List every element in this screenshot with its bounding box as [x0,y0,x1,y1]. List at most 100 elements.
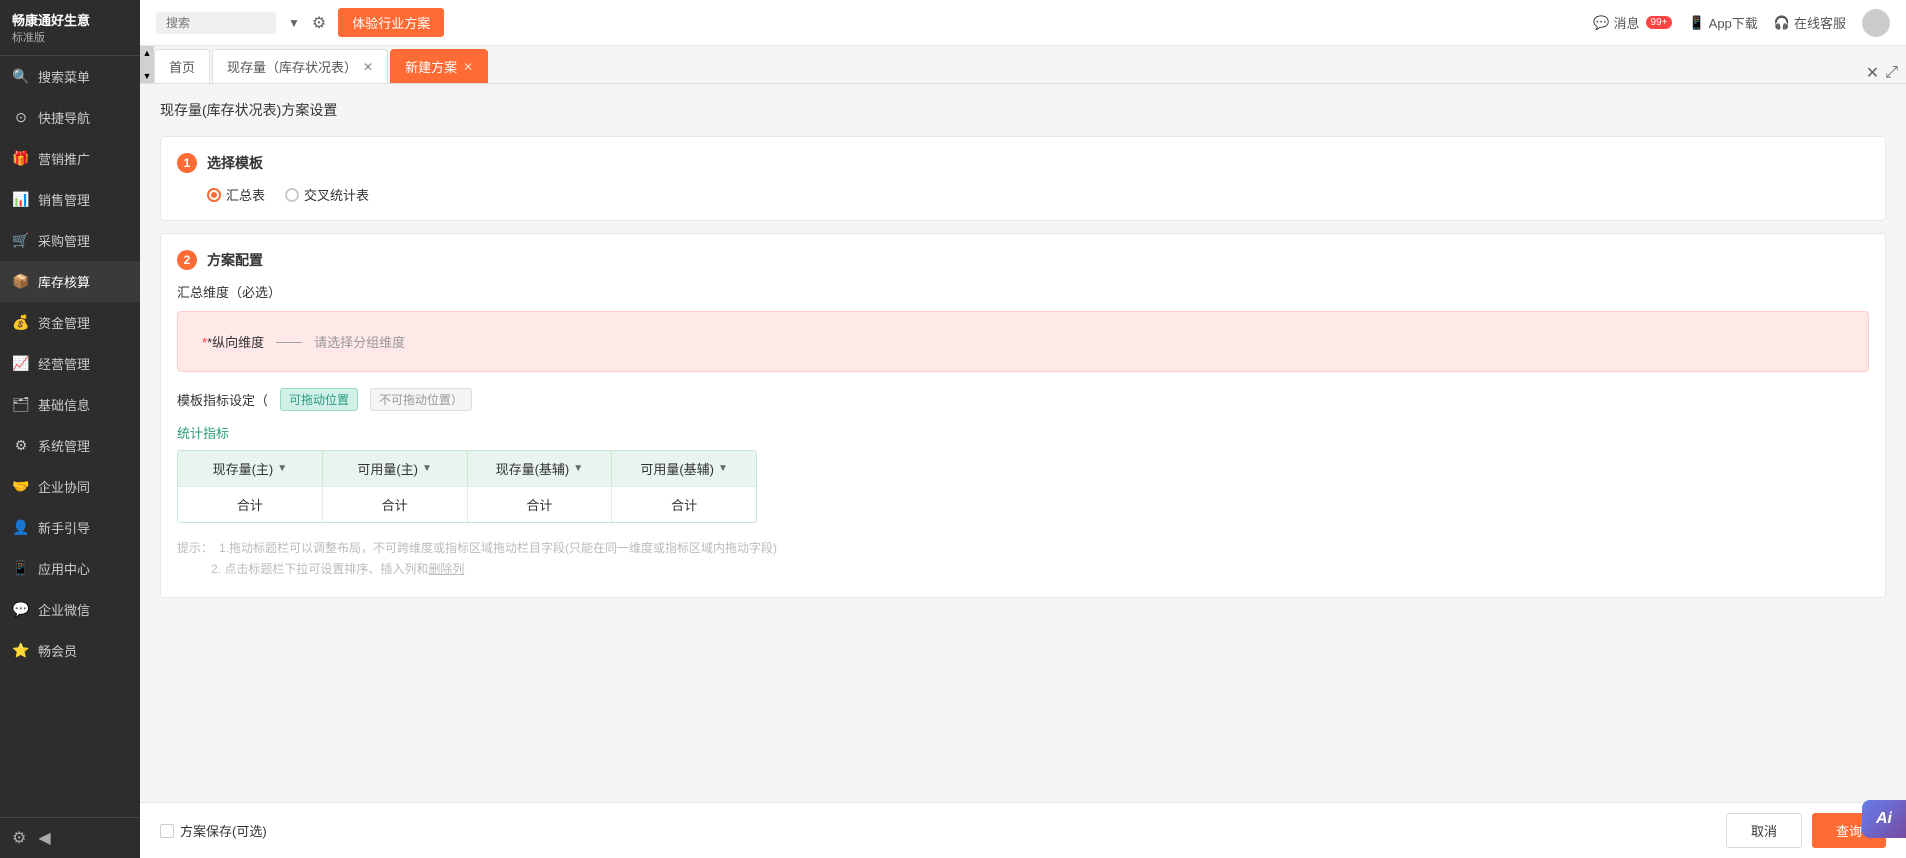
sidebar-item-member[interactable]: ⭐ 畅会员 [0,630,140,671]
dimension-placeholder: 请选择分组维度 [314,332,405,351]
save-scheme-checkbox[interactable]: 方案保存(可选) [160,821,267,840]
tabs-bar: ▲ ▼ 首页 现存量（库存状况表） ✕ 新建方案 ✕ ✕ ⤢ [140,46,1906,84]
sidebar-item-label: 企业协同 [38,477,90,496]
tab-expand-icon[interactable]: ⤢ [1885,64,1898,82]
sidebar-item-label: 采购管理 [38,231,90,250]
sidebar-item-label: 新手引导 [38,518,90,537]
sidebar-item-sales[interactable]: 📊 销售管理 [0,179,140,220]
tab-close-icon[interactable]: ✕ [1866,63,1879,83]
tab-inventory-close[interactable]: ✕ [363,60,373,74]
app-download-item[interactable]: 📱 App下载 [1688,13,1757,32]
search-icon: 🔍 [12,68,30,86]
tab-home-label: 首页 [169,57,195,76]
dimension-area[interactable]: **纵向维度 —— 请选择分组维度 [177,311,1869,372]
download-icon: 📱 [1688,15,1704,31]
tab-scroll-down[interactable]: ▼ [140,69,154,83]
messages-label: 消息 [1613,13,1639,32]
topbar-right: 💬 消息 99+ 📱 App下载 🎧 在线客服 [1593,9,1890,37]
message-icon: 💬 [1593,15,1609,31]
sidebar-item-finance[interactable]: 💰 资金管理 [0,302,140,343]
sidebar-item-marketing[interactable]: 🎁 营销推广 [0,138,140,179]
app-name: 畅康通好生意 [12,10,128,29]
sidebar-logo: 畅康通好生意 标准版 [0,0,140,56]
marketing-icon: 🎁 [12,150,30,168]
sidebar-item-label: 搜索菜单 [38,67,90,86]
sidebar-item-base[interactable]: 🗂 基础信息 [0,384,140,425]
stats-col-header-1[interactable]: 现存量(主) ▼ [178,451,323,486]
sidebar-item-search[interactable]: 🔍 搜索菜单 [0,56,140,97]
page-title: 现存量(库存状况表)方案设置 [160,100,1886,120]
tip2: 2. 点击标题栏下拉可设置排序、插入列和删除列 [211,560,1869,577]
sidebar-item-purchase[interactable]: 🛒 采购管理 [0,220,140,261]
sidebar-item-appcenter[interactable]: 📱 应用中心 [0,548,140,589]
sidebar-item-label: 库存核算 [38,272,90,291]
sales-icon: 📊 [12,191,30,209]
cross-table-radio[interactable]: 交叉统计表 [285,185,369,204]
tab-inventory[interactable]: 现存量（库存状况表） ✕ [212,49,388,83]
tabs-right-controls: ✕ ⤢ [1866,63,1906,83]
collapse-footer-icon[interactable]: ◀ [38,828,50,848]
customer-service-label: 在线客服 [1794,13,1846,32]
stats-col-3-label: 现存量(基辅) [496,459,570,478]
stats-col-1-label: 现存量(主) [213,459,274,478]
tab-scroll-up[interactable]: ▲ [140,46,154,60]
settings-footer-icon[interactable]: ⚙ [12,828,26,848]
topbar-search-input[interactable] [156,12,276,34]
tab-home[interactable]: 首页 [154,49,210,83]
summary-radio-btn[interactable] [207,188,221,202]
stats-col-header-3[interactable]: 现存量(基辅) ▼ [468,451,613,486]
sidebar-item-label: 应用中心 [38,559,90,578]
topbar-gear-icon[interactable]: ⚙ [312,13,326,33]
sidebar-item-label: 系统管理 [38,436,90,455]
ai-badge[interactable]: Ai [1862,800,1906,838]
cross-table-label: 交叉统计表 [304,185,369,204]
col4-chevron-icon: ▼ [718,463,728,474]
member-icon: ⭐ [12,642,30,660]
stats-table-header: 现存量(主) ▼ 可用量(主) ▼ 现存量(基辅) ▼ [178,451,756,486]
messages-item[interactable]: 💬 消息 99+ [1593,13,1672,32]
tab-inventory-label: 现存量（库存状况表） [227,57,357,76]
sidebar-item-label: 企业微信 [38,600,90,619]
summary-table-radio[interactable]: 汇总表 [207,185,265,204]
tab-new-scheme-close[interactable]: ✕ [463,60,473,74]
topbar-dropdown-icon[interactable]: ▼ [288,16,300,30]
sidebar-item-enterprise[interactable]: 🤝 企业协同 [0,466,140,507]
step1-section: 1 选择模板 汇总表 交叉统计表 [160,136,1886,221]
stats-cell-1-2: 合计 [323,487,468,522]
cross-radio-btn[interactable] [285,188,299,202]
sidebar-item-operations[interactable]: 📈 经营管理 [0,343,140,384]
tab-new-scheme[interactable]: 新建方案 ✕ [390,49,488,83]
sidebar-item-label: 畅会员 [38,641,77,660]
dimension-row: **纵向维度 —— 请选择分组维度 [202,332,1844,351]
sidebar-item-quicknav[interactable]: ⊙ 快捷导航 [0,97,140,138]
stats-col-header-4[interactable]: 可用量(基辅) ▼ [612,451,756,486]
step2-badge: 2 [177,250,197,270]
cancel-button[interactable]: 取消 [1726,813,1802,848]
tips: 提示： 1.拖动标题栏可以调整布局，不可跨维度或指标区域拖动栏目字段(只能在同一… [177,539,1869,577]
customer-service-item[interactable]: 🎧 在线客服 [1774,13,1846,32]
col1-chevron-icon: ▼ [277,463,287,474]
save-checkbox-box[interactable] [160,824,174,838]
stats-cell-1-3: 合计 [468,487,613,522]
col3-chevron-icon: ▼ [573,463,583,474]
footer-bar: 方案保存(可选) 取消 查询 [140,802,1906,858]
enterprise-icon: 🤝 [12,478,30,496]
stats-col-4-label: 可用量(基辅) [640,459,714,478]
operations-icon: 📈 [12,355,30,373]
template-options: 汇总表 交叉统计表 [207,185,1869,204]
trial-button[interactable]: 体验行业方案 [338,8,444,37]
sidebar-item-label: 快捷导航 [38,108,90,127]
dimension-divider: —— [276,334,302,349]
inventory-icon: 📦 [12,273,30,291]
sidebar-item-wechat[interactable]: 💬 企业微信 [0,589,140,630]
sidebar-item-inventory[interactable]: 📦 库存核算 [0,261,140,302]
step1-header: 1 选择模板 [177,153,1869,173]
avatar[interactable] [1862,9,1890,37]
sidebar-item-system[interactable]: ⚙ 系统管理 [0,425,140,466]
step2-section: 2 方案配置 汇总维度（必选） **纵向维度 —— 请选择分组维度 [160,233,1886,598]
sidebar-footer: ⚙ ◀ [0,817,140,858]
tab-new-scheme-label: 新建方案 [405,57,457,76]
tip2-link[interactable]: 删除列 [428,562,464,576]
sidebar-item-newbie[interactable]: 👤 新手引导 [0,507,140,548]
stats-col-header-2[interactable]: 可用量(主) ▼ [323,451,468,486]
